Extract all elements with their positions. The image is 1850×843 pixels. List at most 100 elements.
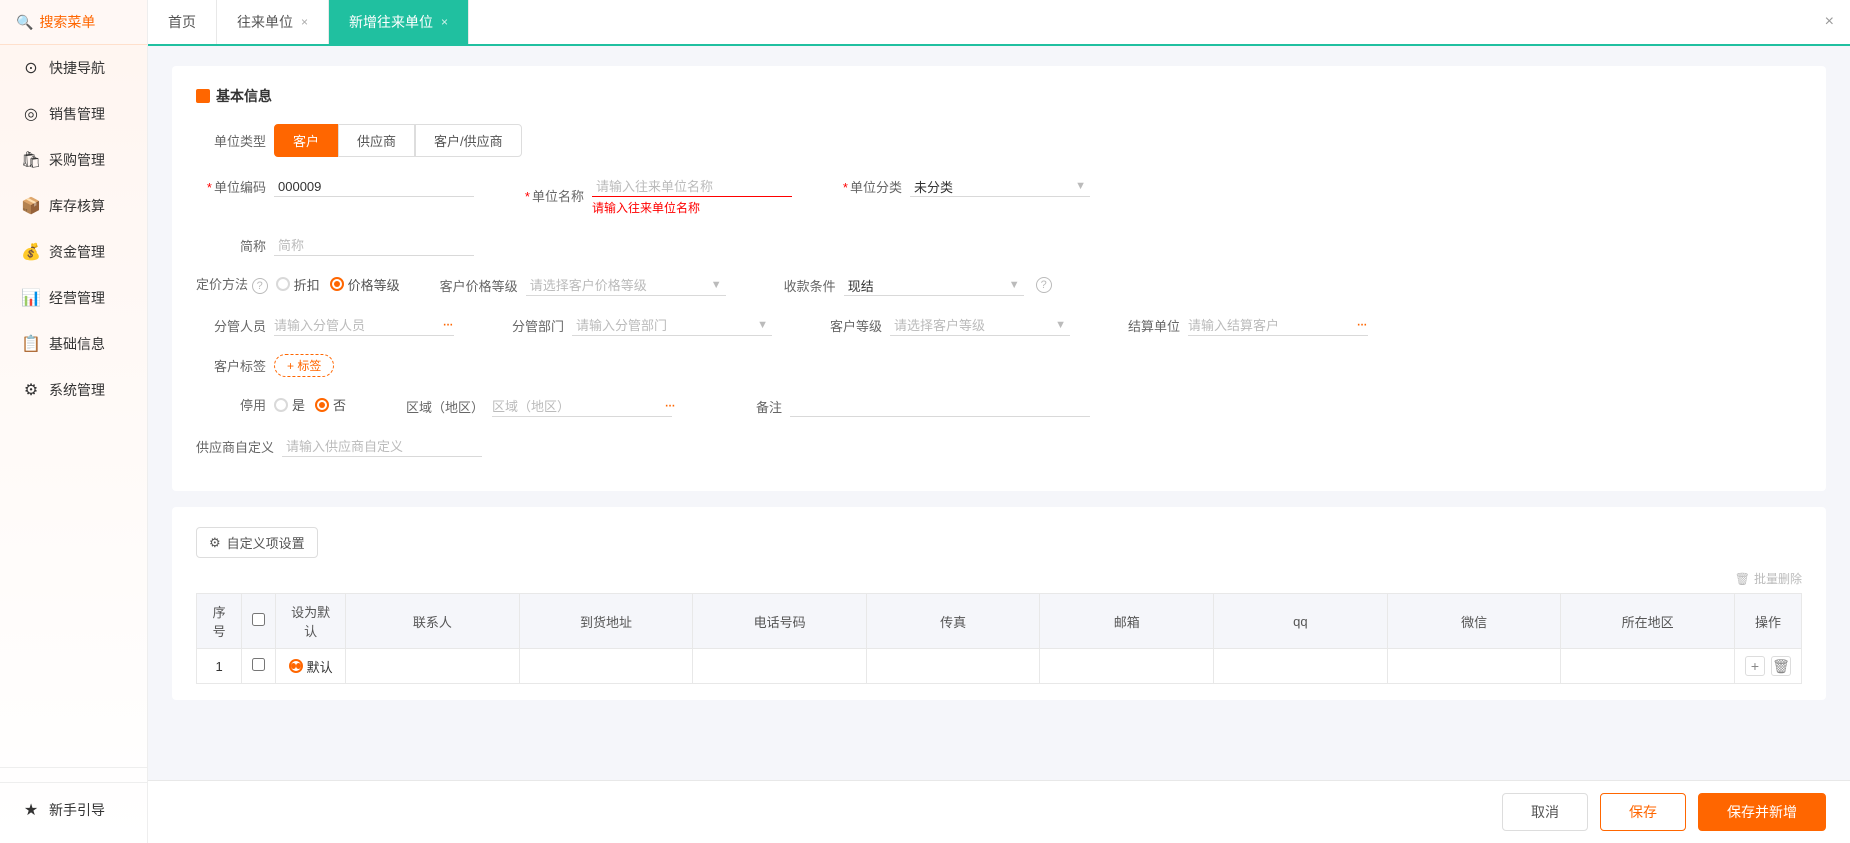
department-select-wrapper[interactable]: ▼ [572, 314, 772, 336]
cell-seq: 1 [197, 649, 242, 684]
pricing-field: 定价方法 ? 折扣 价格等级 [196, 274, 400, 294]
department-label: 分管部门 [494, 316, 564, 335]
sidebar-item-inventory[interactable]: 📦库存核算 [0, 183, 147, 229]
customer-level-label: 客户等级 [812, 316, 882, 335]
tab-new-contact[interactable]: 新增往来单位× [329, 0, 469, 44]
cell-wechat [1387, 649, 1561, 684]
tab-contacts[interactable]: 往来单位× [217, 0, 329, 44]
sidebar-item-purchase[interactable]: 🛍采购管理 [0, 137, 147, 183]
unit-type-label: 单位类型 [196, 131, 266, 150]
sidebar-search[interactable]: 🔍 搜索菜单 [0, 0, 147, 45]
cancel-button[interactable]: 取消 [1502, 793, 1588, 831]
row-checkbox[interactable] [252, 658, 265, 671]
unit-category-input[interactable] [910, 175, 1090, 197]
supplier-custom-input[interactable] [282, 435, 482, 457]
department-input[interactable] [572, 314, 772, 336]
settlement-unit-label: 结算单位 [1110, 316, 1180, 335]
row-seq: 1 [215, 659, 222, 674]
address-input[interactable] [530, 659, 683, 674]
email-input[interactable] [1050, 659, 1203, 674]
radio-price-level-circle [330, 277, 344, 291]
row-add-btn[interactable]: + [1745, 656, 1765, 676]
radio-no[interactable]: 否 [315, 395, 346, 414]
sales-icon: ◎ [21, 104, 41, 124]
sidebar-item-sales[interactable]: ◎销售管理 [0, 91, 147, 137]
sidebar-item-operations[interactable]: 📊经营管理 [0, 275, 147, 321]
cell-address [519, 649, 693, 684]
quick-nav-icon: ⊙ [21, 58, 41, 78]
main-area: 首页往来单位×新增往来单位× × 基本信息 单位类型 客户 供应商 客户/供应商 [148, 0, 1850, 843]
region-dots-btn[interactable]: ··· [662, 397, 676, 415]
wechat-input[interactable] [1398, 659, 1551, 674]
tab-close-contacts[interactable]: × [301, 15, 308, 29]
radio-discount[interactable]: 折扣 [276, 275, 320, 294]
payment-terms-select-wrapper[interactable]: ▼ [844, 274, 1024, 296]
payment-terms-help-icon[interactable]: ? [1036, 277, 1052, 293]
gear-icon: ⚙ [209, 535, 221, 551]
sidebar-item-new-guide[interactable]: ★ 新手引导 [0, 787, 147, 833]
remark-input[interactable] [790, 395, 1090, 417]
settlement-unit-dots-btn[interactable]: ··· [1354, 316, 1368, 334]
sidebar-item-quick-nav[interactable]: ⊙快捷导航 [0, 45, 147, 91]
sidebar-item-label-finance: 资金管理 [49, 242, 105, 262]
type-btn-supplier[interactable]: 供应商 [338, 124, 415, 157]
cell-actions: +🗑 [1734, 649, 1801, 684]
fax-input[interactable] [877, 659, 1030, 674]
customer-level-input[interactable] [890, 314, 1070, 336]
remark-label: 备注 [712, 397, 782, 416]
pricing-help-icon[interactable]: ? [252, 278, 268, 294]
pricing-radio-group: 折扣 价格等级 [276, 275, 400, 294]
sidebar-search-label: 搜索菜单 [39, 12, 95, 32]
supplier-custom-row: 供应商自定义 [196, 435, 1802, 457]
unit-code-input[interactable] [274, 175, 474, 197]
table-header-2: 设为默认 [276, 594, 346, 649]
payment-terms-input[interactable] [844, 274, 1024, 296]
short-name-label: 简称 [196, 236, 266, 255]
short-name-input[interactable] [274, 234, 474, 256]
cell-contact [346, 649, 520, 684]
unit-name-input[interactable] [592, 175, 792, 197]
table-header-7: 邮箱 [1040, 594, 1214, 649]
region-input[interactable] [492, 395, 662, 416]
save-button[interactable]: 保存 [1600, 793, 1686, 831]
cell-phone [693, 649, 867, 684]
type-btn-customer[interactable]: 客户 [274, 124, 338, 157]
department-field: 分管部门 ▼ [494, 314, 772, 336]
inventory-icon: 📦 [21, 196, 41, 216]
customer-level-select-wrapper[interactable]: ▼ [890, 314, 1070, 336]
region-row-input[interactable] [1571, 659, 1724, 674]
tab-close-new-contact[interactable]: × [441, 15, 448, 29]
save-new-button[interactable]: 保存并新增 [1698, 793, 1826, 831]
row-delete-btn[interactable]: 🗑 [1771, 656, 1791, 676]
contact-input[interactable] [356, 659, 509, 674]
tag-add-button[interactable]: + 标签 [274, 354, 334, 377]
qq-input[interactable] [1224, 659, 1377, 674]
sidebar-item-basic-info[interactable]: 📋基础信息 [0, 321, 147, 367]
radio-discount-circle [276, 277, 290, 291]
custom-settings-button[interactable]: ⚙ 自定义项设置 [196, 527, 318, 558]
unit-category-select-wrapper[interactable]: ▼ [910, 175, 1090, 197]
customer-price-level-select-wrapper[interactable]: ▼ [526, 274, 726, 296]
manager-input[interactable] [274, 314, 440, 335]
sidebar-item-system[interactable]: ⚙系统管理 [0, 367, 147, 413]
header-checkbox[interactable] [252, 613, 265, 626]
type-btn-both[interactable]: 客户/供应商 [415, 124, 522, 157]
payment-terms-field: 收款条件 ▼ ? [766, 274, 1052, 296]
tab-home[interactable]: 首页 [148, 0, 217, 44]
section-flag-icon [196, 89, 210, 103]
radio-price-level[interactable]: 价格等级 [330, 275, 400, 294]
region-field: 区域（地区） ··· [406, 395, 672, 417]
window-close-button[interactable]: × [1809, 0, 1850, 44]
batch-delete-label[interactable]: 批量删除 [1754, 570, 1802, 587]
sidebar-item-label-system: 系统管理 [49, 380, 105, 400]
manager-dots-btn[interactable]: ··· [440, 316, 454, 334]
sidebar-bottom: ★ 新手引导 [0, 767, 147, 843]
sidebar-item-guide-label: 新手引导 [49, 800, 105, 820]
sidebar-item-finance[interactable]: 💰资金管理 [0, 229, 147, 275]
settlement-unit-input[interactable] [1188, 314, 1354, 335]
unit-type-buttons: 客户 供应商 客户/供应商 [274, 124, 522, 157]
customer-price-level-input[interactable] [526, 274, 726, 296]
manager-field: 分管人员 ··· [196, 314, 454, 336]
radio-yes[interactable]: 是 [274, 395, 305, 414]
phone-input[interactable] [703, 659, 856, 674]
